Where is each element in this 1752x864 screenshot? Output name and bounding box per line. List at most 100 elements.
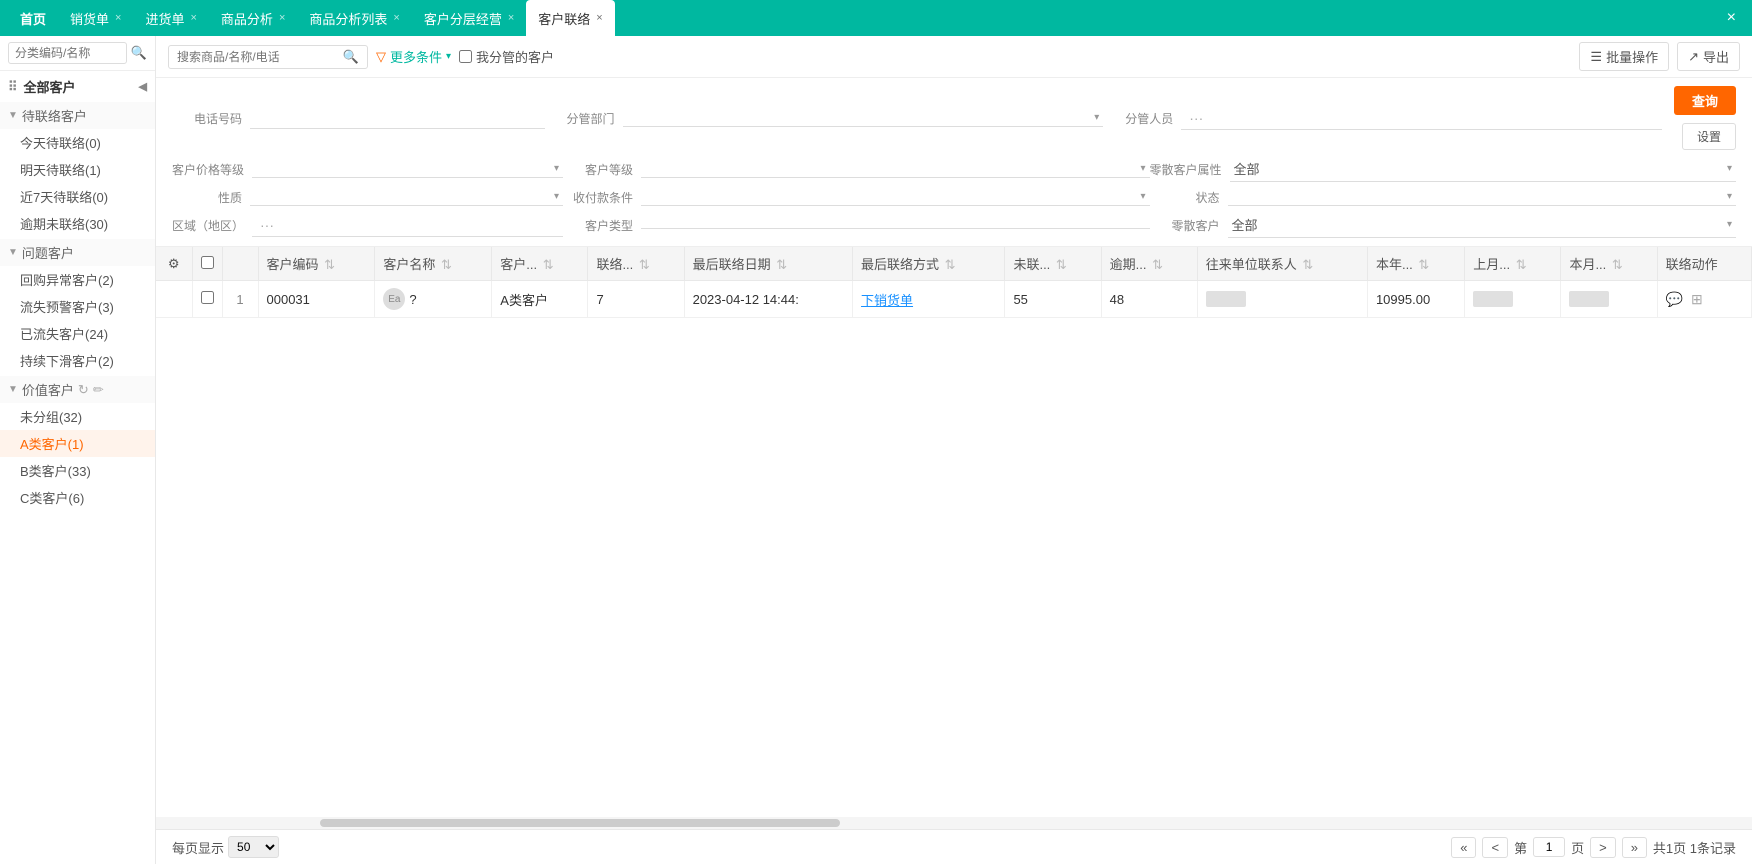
nav-sales[interactable]: 销货单 × <box>58 0 133 36</box>
sort-lastdate-icon[interactable]: ⇅ <box>776 257 787 272</box>
sidebar-item-c-class[interactable]: C类客户(6) <box>0 484 155 511</box>
nav-purchase[interactable]: 进货单 × <box>133 0 208 36</box>
chat-icon[interactable]: 💬 <box>1666 291 1683 308</box>
region-select[interactable]: ··· <box>252 214 563 237</box>
nav-home[interactable]: 首页 <box>8 0 58 36</box>
nav-customer-contact[interactable]: 客户联络 × <box>526 0 614 36</box>
nav-product-analysis[interactable]: 商品分析 × <box>209 0 297 36</box>
nav-customer-stratify[interactable]: 客户分层经营 × <box>412 0 526 36</box>
sidebar-item-declining[interactable]: 持续下滑客户(2) <box>0 347 155 374</box>
main-search-input[interactable] <box>177 50 343 64</box>
dept-select[interactable]: ▾ <box>623 109 1104 127</box>
staff-select[interactable]: ··· <box>1181 107 1662 130</box>
status-select[interactable]: ▾ <box>1228 188 1737 206</box>
sort-lastmonth-icon[interactable]: ⇅ <box>1516 257 1527 272</box>
export-button[interactable]: ↗ 导出 <box>1677 42 1740 71</box>
page-size-select[interactable]: 50 10 20 100 <box>228 836 279 858</box>
select-all-checkbox[interactable] <box>201 256 214 269</box>
col-lastmonth-header[interactable]: 上月... ⇅ <box>1465 247 1561 281</box>
sort-thismonth-icon[interactable]: ⇅ <box>1612 257 1623 272</box>
batch-ops-button[interactable]: ☰ 批量操作 <box>1579 42 1669 71</box>
sidebar-item-repurchase-abnormal[interactable]: 回购异常客户(2) <box>0 266 155 293</box>
sidebar-item-churned[interactable]: 已流失客户(24) <box>0 320 155 347</box>
main-search-icon[interactable]: 🔍 <box>343 49 359 65</box>
first-page-button[interactable]: « <box>1451 837 1476 858</box>
sort-name-icon[interactable]: ⇅ <box>441 257 452 272</box>
retail-customer-select[interactable]: 全部 ▾ <box>1228 212 1737 238</box>
sort-contact-icon[interactable]: ⇅ <box>639 257 650 272</box>
sidebar-item-today[interactable]: 今天待联络(0) <box>0 129 155 156</box>
sidebar-group-value-title[interactable]: ▼ 价值客户 ↻ ✏ <box>0 376 155 403</box>
price-grade-select[interactable]: ▾ <box>252 160 563 178</box>
sidebar-group-pending-title[interactable]: ▼ 待联络客户 <box>0 102 155 129</box>
sidebar-item-a-class[interactable]: A类客户(1) <box>0 430 155 457</box>
sidebar-item-tomorrow[interactable]: 明天待联络(1) <box>0 156 155 183</box>
nav-product-analysis-list[interactable]: 商品分析列表 × <box>297 0 411 36</box>
refresh-value-icon[interactable]: ↻ <box>78 382 89 398</box>
row-checkbox[interactable] <box>201 291 214 304</box>
sidebar-search-icon[interactable]: 🔍 <box>131 45 147 61</box>
col-lastdate-header[interactable]: 最后联络日期 ⇅ <box>684 247 852 281</box>
col-code-header[interactable]: 客户编码 ⇅ <box>258 247 375 281</box>
sidebar-item-churn-warning[interactable]: 流失预警客户(3) <box>0 293 155 320</box>
close-customer-stratify-tab[interactable]: × <box>508 12 514 24</box>
sidebar-item-7days[interactable]: 近7天待联络(0) <box>0 183 155 210</box>
my-customers-checkbox[interactable] <box>459 50 472 63</box>
sidebar-item-ungrouped[interactable]: 未分组(32) <box>0 403 155 430</box>
payment-select[interactable]: ▾ <box>641 188 1150 206</box>
nature-select[interactable]: ▾ <box>250 188 563 206</box>
col-thismonth-header[interactable]: 本月... ⇅ <box>1561 247 1657 281</box>
col-name-header[interactable]: 客户名称 ⇅ <box>375 247 492 281</box>
col-contact-header[interactable]: 联络... ⇅ <box>588 247 684 281</box>
retail-attr-select[interactable]: 全部 ▾ <box>1230 156 1736 182</box>
close-customer-contact-tab[interactable]: × <box>596 12 602 24</box>
sort-lastmethod-icon[interactable]: ⇅ <box>945 257 956 272</box>
sort-type-icon[interactable]: ⇅ <box>543 257 554 272</box>
sort-notcontacted-icon[interactable]: ⇅ <box>1056 257 1067 272</box>
phone-input[interactable] <box>250 108 545 129</box>
scroll-thumb[interactable] <box>320 819 840 827</box>
more-filters-button[interactable]: ▽ 更多条件 ▾ <box>376 47 451 66</box>
main-search-area: 🔍 <box>168 45 368 69</box>
query-button[interactable]: 查询 <box>1674 86 1736 115</box>
close-product-analysis-list-tab[interactable]: × <box>393 12 399 24</box>
all-customers-header[interactable]: ⠿ 全部客户 ◀ <box>0 71 155 102</box>
sidebar-item-b-class[interactable]: B类客户(33) <box>0 457 155 484</box>
col-gear-header[interactable]: ⚙ <box>156 247 192 281</box>
col-notcontacted-header[interactable]: 未联... ⇅ <box>1005 247 1101 281</box>
close-all-button[interactable]: × <box>1719 9 1744 26</box>
row-checkbox-cell[interactable] <box>192 281 222 318</box>
col-type-header[interactable]: 客户... ⇅ <box>492 247 588 281</box>
col-checkbox-header[interactable] <box>192 247 222 281</box>
row-lastmethod-cell[interactable]: 下销货单 <box>853 281 1005 318</box>
edit-value-icon[interactable]: ✏ <box>93 382 104 398</box>
qr-icon[interactable]: ⊞ <box>1691 291 1703 308</box>
customer-type-select[interactable] <box>641 222 1150 229</box>
sidebar-item-overdue[interactable]: 逾期未联络(30) <box>0 210 155 237</box>
staff-more-icon[interactable]: ··· <box>1189 110 1203 126</box>
my-customers-checkbox-area[interactable]: 我分管的客户 <box>459 47 554 66</box>
close-purchase-tab[interactable]: × <box>190 12 196 24</box>
next-page-button[interactable]: > <box>1590 837 1616 858</box>
close-sales-tab[interactable]: × <box>115 12 121 24</box>
col-lastmethod-header[interactable]: 最后联络方式 ⇅ <box>853 247 1005 281</box>
settings-button[interactable]: 设置 <box>1682 123 1736 150</box>
close-product-analysis-tab[interactable]: × <box>279 12 285 24</box>
page-number-input[interactable] <box>1533 837 1565 857</box>
region-more-icon[interactable]: ··· <box>260 217 274 233</box>
sidebar-group-problem-title[interactable]: ▼ 问题客户 <box>0 239 155 266</box>
collapse-sidebar-btn[interactable]: ◀ <box>139 80 147 93</box>
horizontal-scrollbar[interactable] <box>156 817 1752 829</box>
sort-code-icon[interactable]: ⇅ <box>324 257 335 272</box>
col-thisyear-header[interactable]: 本年... ⇅ <box>1367 247 1464 281</box>
last-page-button[interactable]: » <box>1622 837 1647 858</box>
sort-unitcontact-icon[interactable]: ⇅ <box>1302 257 1313 272</box>
col-overdue-header[interactable]: 逾期... ⇅ <box>1101 247 1197 281</box>
row-gear-cell <box>156 281 192 318</box>
sort-overdue-icon[interactable]: ⇅ <box>1152 257 1163 272</box>
col-unitcontact-header[interactable]: 往来单位联系人 ⇅ <box>1197 247 1367 281</box>
customer-grade-select[interactable]: ▾ <box>641 160 1150 178</box>
prev-page-button[interactable]: < <box>1482 837 1508 858</box>
sort-thisyear-icon[interactable]: ⇅ <box>1418 257 1429 272</box>
sidebar-search-input[interactable] <box>8 42 127 64</box>
